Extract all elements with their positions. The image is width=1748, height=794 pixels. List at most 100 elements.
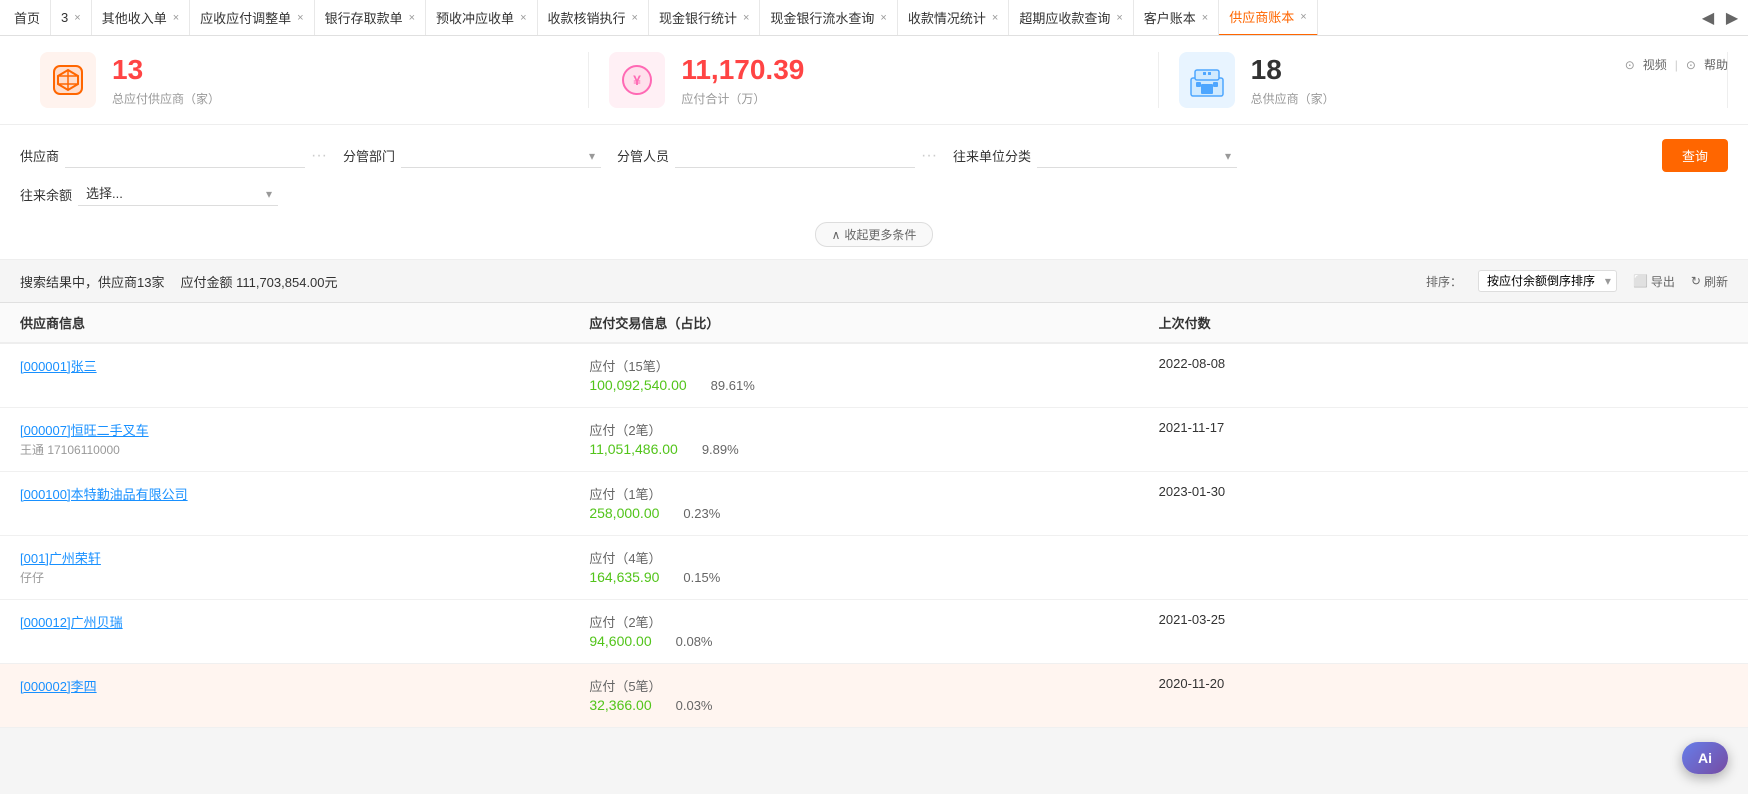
nav-overdue-ar[interactable]: 超期应收款查询 × [1009,0,1133,36]
total-suppliers-number: 18 [1251,53,1335,87]
nav-supplier-ledger[interactable]: 供应商账本 × [1219,0,1317,36]
supplier-cell: [001]广州荣轩 仔仔 [20,548,589,586]
transaction-cell: 应付（5笔） 32,366.00 0.03% [589,676,1158,715]
dept-label: 分管部门 [343,146,395,165]
nav-cash-bank-flow[interactable]: 现金银行流水查询 × [760,0,897,36]
supplier-name-link[interactable]: [000001]张三 [20,356,589,375]
result-actions: 排序： 按应付余额倒序排序 ⬜ 导出 ↻ 刷新 [1426,270,1728,292]
result-info: 搜索结果中，供应商13家 应付金额 111,703,854.00元 [20,272,338,291]
tx-amount: 100,092,540.00 [589,377,686,393]
result-bar: 搜索结果中，供应商13家 应付金额 111,703,854.00元 排序： 按应… [0,260,1748,303]
supplier-name-link[interactable]: [001]广州荣轩 [20,548,589,567]
table-container: 供应商信息 应付交易信息（占比） 上次付数 [000001]张三 应付（15笔）… [0,303,1748,728]
query-button[interactable]: 查询 [1662,139,1728,172]
card-icon-payable [40,52,96,108]
person-input[interactable] [675,144,915,168]
close-icon[interactable]: × [743,12,749,24]
last-payment-cell: 2021-03-25 [1159,612,1728,627]
supplier-name-link[interactable]: [000007]恒旺二手叉车 [20,420,589,439]
last-payment-cell: 2022-08-08 [1159,356,1728,371]
supplier-name-link[interactable]: [000012]广州贝瑞 [20,612,589,631]
last-payment-cell: 2021-11-17 [1159,420,1728,435]
refresh-button[interactable]: ↻ 刷新 [1691,273,1728,290]
nav-home[interactable]: 首页 [4,0,51,36]
person-dots[interactable]: ··· [921,147,937,165]
ai-button[interactable]: Ai [1682,742,1728,774]
category-select-wrapper [1037,144,1237,168]
tx-amount: 94,600.00 [589,633,651,649]
table-row: [000002]李四 应付（5笔） 32,366.00 0.03% 2020-1… [0,664,1748,728]
close-icon[interactable]: × [409,12,415,24]
collapse-button[interactable]: ∧ 收起更多条件 [815,222,934,247]
category-select[interactable] [1037,144,1237,168]
export-button[interactable]: ⬜ 导出 [1633,273,1675,290]
balance-select-wrapper: 选择... [78,182,278,206]
card-info-total-payable: 11,170.39 应付合计（万） [681,53,804,108]
supplier-name-link[interactable]: [000100]本特勤油品有限公司 [20,484,589,503]
refresh-icon: ↻ [1691,274,1701,288]
nav-tab3[interactable]: 3 × [51,0,92,36]
transaction-cell: 应付（15笔） 100,092,540.00 89.61% [589,356,1158,395]
filter-balance: 往来余额 选择... [20,182,278,206]
supplier-input[interactable] [65,144,305,168]
filter-row-2: 往来余额 选择... [20,182,1728,206]
transaction-cell: 应付（2笔） 11,051,486.00 9.89% [589,420,1158,459]
sort-label: 排序： [1426,273,1462,290]
tx-percent: 9.89% [702,442,739,457]
nav-other-income[interactable]: 其他收入单 × [92,0,190,36]
close-icon[interactable]: × [1116,12,1122,24]
supplier-cell: [000002]李四 [20,676,589,695]
payable-suppliers-label: 总应付供应商（家） [112,90,220,107]
balance-label: 往来余额 [20,185,72,204]
filter-row-1: 供应商 ··· 分管部门 分管人员 ··· 往来单位分类 查询 [20,139,1728,172]
nav-bank-deposit[interactable]: 银行存取款单 × [315,0,426,36]
supplier-label: 供应商 [20,146,59,165]
last-payment-cell: 2020-11-20 [1159,676,1728,691]
col-supplier-info: 供应商信息 [20,313,589,332]
summary-card-total-payable: ¥ 11,170.39 应付合计（万） [589,52,1158,108]
card-info-total-suppliers: 18 总供应商（家） [1251,53,1335,108]
table-row: [000007]恒旺二手叉车 王通 17106110000 应付（2笔） 11,… [0,408,1748,472]
nav-receipt-stat[interactable]: 收款情况统计 × [898,0,1009,36]
summary-card-payable-suppliers: 13 总应付供应商（家） [20,52,589,108]
nav-customer-ledger[interactable]: 客户账本 × [1134,0,1219,36]
last-payment-cell: 2023-01-30 [1159,484,1728,499]
collapse-bar: ∧ 收起更多条件 [20,216,1728,249]
tx-amount: 32,366.00 [589,697,651,713]
balance-select[interactable]: 选择... [78,182,278,206]
supplier-sub: 仔仔 [20,569,589,586]
nav-ar-ap-adjust[interactable]: 应收应付调整单 × [190,0,314,36]
dept-select[interactable] [401,144,601,168]
filter-person: 分管人员 ··· [617,144,937,168]
supplier-dots[interactable]: ··· [311,147,327,165]
sort-select[interactable]: 按应付余额倒序排序 [1478,270,1617,292]
close-icon[interactable]: × [1202,12,1208,24]
close-icon[interactable]: × [74,12,80,24]
close-icon[interactable]: × [880,12,886,24]
close-icon[interactable]: × [520,12,526,24]
tx-label: 应付（2笔） [589,420,1158,439]
nav-prev-arrow[interactable]: ◀ [1696,0,1720,36]
supplier-cell: [000007]恒旺二手叉车 王通 17106110000 [20,420,589,458]
tx-amount: 11,051,486.00 [589,441,678,457]
close-icon[interactable]: × [992,12,998,24]
close-icon[interactable]: × [1300,11,1306,23]
nav-next-arrow[interactable]: ▶ [1720,0,1744,36]
tx-row: 11,051,486.00 9.89% [589,439,1158,459]
supplier-name-link[interactable]: [000002]李四 [20,676,589,695]
supplier-cell: [000012]广州贝瑞 [20,612,589,631]
nav-receipt-verify[interactable]: 收款核销执行 × [538,0,649,36]
nav-prepay-ar[interactable]: 预收冲应收单 × [426,0,537,36]
supplier-cell: [000100]本特勤油品有限公司 [20,484,589,503]
table-row: [000001]张三 应付（15笔） 100,092,540.00 89.61%… [0,344,1748,408]
close-icon[interactable]: × [297,12,303,24]
nav-cash-bank-stat[interactable]: 现金银行统计 × [649,0,760,36]
help-link[interactable]: 帮助 [1704,56,1728,73]
supplier-cell: [000001]张三 [20,356,589,375]
result-count-text: 搜索结果中，供应商13家 [20,272,164,291]
close-icon[interactable]: × [632,12,638,24]
close-icon[interactable]: × [173,12,179,24]
tx-percent: 0.23% [683,506,720,521]
video-link[interactable]: 视频 [1643,56,1667,73]
table-row: [000100]本特勤油品有限公司 应付（1笔） 258,000.00 0.23… [0,472,1748,536]
